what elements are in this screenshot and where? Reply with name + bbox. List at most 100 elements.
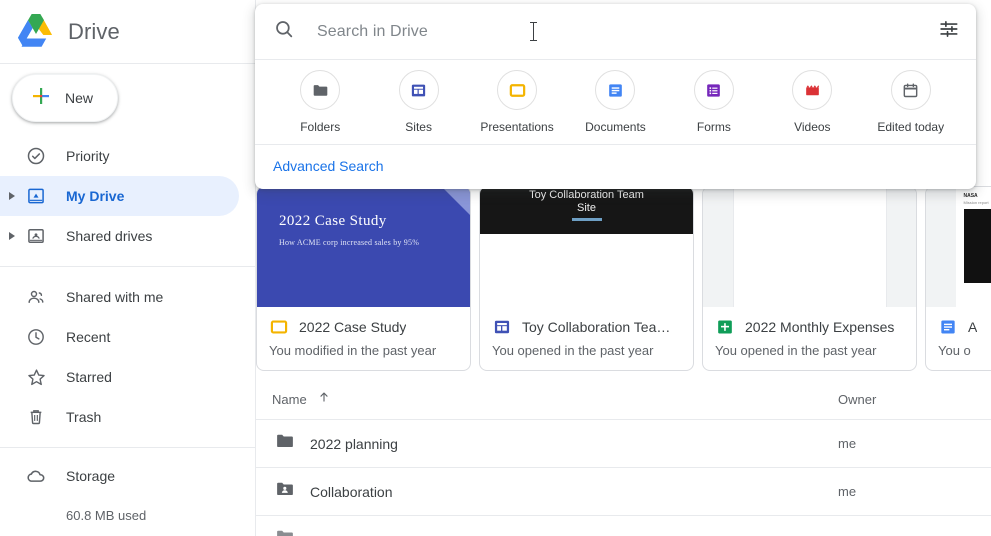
card-title: 2022 Monthly Expenses [745,319,894,335]
star-icon [24,365,48,389]
sites-icon [399,70,439,110]
search-input[interactable]: Search in Drive [317,23,938,41]
sheets-thumbnail [703,187,916,307]
search-options-icon[interactable] [938,18,960,45]
card-thumbnail: NASA Mission report [926,187,991,307]
suggested-card[interactable]: NASA Mission report A You o [925,186,991,371]
suggested-card[interactable]: 2022 Monthly Expenses You opened in the … [702,186,917,371]
storage-used-text: 60.8 MB used [0,508,255,523]
sidebar-divider-1 [0,266,255,267]
sidebar-item-label: Priority [66,148,110,164]
text-cursor-icon [533,22,534,41]
brand-title: Drive [68,19,120,45]
filter-chip-folders[interactable]: Folders [277,70,363,134]
docs-icon [595,70,635,110]
table-row[interactable]: Collaboration me [256,468,991,516]
shared-drives-icon [24,224,48,248]
cloud-icon [24,464,48,488]
filter-chip-videos[interactable]: Videos [769,70,855,134]
column-header-name[interactable]: Name [256,390,838,409]
new-button-wrap: New [0,64,255,134]
filter-chip-sites[interactable]: Sites [376,70,462,134]
suggested-cards-row: 2022 Case Study How ACME corp increased … [256,186,991,371]
sidebar-item-shared-with-me[interactable]: Shared with me [0,277,239,317]
sidebar-item-priority[interactable]: Priority [0,136,239,176]
card-thumbnail [703,187,916,307]
chip-label: Folders [300,120,340,134]
chip-label: Presentations [480,120,553,134]
thumb-subtitle: How ACME corp increased sales by 95% [279,238,470,247]
filter-chip-edited-today[interactable]: Edited today [868,70,954,134]
suggested-card[interactable]: 2022 Case Study How ACME corp increased … [256,186,471,371]
chip-label: Documents [585,120,646,134]
clock-icon [24,325,48,349]
filter-chip-presentations[interactable]: Presentations [474,70,560,134]
folder-icon [300,70,340,110]
sidebar-item-trash[interactable]: Trash [0,397,239,437]
drive-logo-icon [16,14,56,50]
corner-fold [442,187,470,215]
check-circle-icon [24,144,48,168]
drive-app: Drive New [0,0,991,536]
column-header-owner[interactable]: Owner [838,392,876,407]
trash-icon [24,405,48,429]
sidebar-item-label: Storage [66,468,115,484]
row-owner-text: me [838,484,856,499]
forms-icon [694,70,734,110]
card-meta: Toy Collaboration Team ... You opened in… [480,307,693,370]
search-dropdown-panel: Search in Drive Folders Sites [255,4,976,189]
sidebar-item-shared-drives[interactable]: Shared drives [0,216,239,256]
file-list-header: Name Owner [256,380,991,420]
slides-icon [269,317,289,337]
new-button[interactable]: New [12,74,118,122]
sidebar-item-label: Recent [66,329,110,345]
sidebar-divider-2 [0,447,255,448]
advanced-search-row: Advanced Search [255,145,976,187]
sidebar-item-label: Trash [66,409,101,425]
search-bar[interactable]: Search in Drive [255,4,976,60]
thumb-accent-bar [572,218,602,221]
site-thumbnail: Toy Collaboration Team Site [480,187,693,307]
sidebar-item-my-drive[interactable]: My Drive [0,176,239,216]
suggested-card[interactable]: Toy Collaboration Team Site Toy Collabor… [479,186,694,371]
sidebar-item-storage[interactable]: Storage [0,456,239,496]
row-name-text: 2022 planning [310,436,398,452]
card-title: Toy Collaboration Team ... [522,319,681,335]
column-label-name: Name [272,392,307,407]
people-icon [24,285,48,309]
thumb-line2: Site [577,202,596,214]
sidebar-item-recent[interactable]: Recent [0,317,239,357]
table-row[interactable]: 2022 planning me [256,420,991,468]
table-row-partial[interactable] [256,516,991,536]
card-title: A [968,319,977,335]
new-button-label: New [65,90,93,106]
arrow-up-icon[interactable] [317,390,331,409]
brand-header[interactable]: Drive [0,0,255,64]
sidebar-item-label: Shared with me [66,289,163,305]
chevron-right-icon[interactable] [0,191,24,201]
folder-icon [274,430,296,457]
card-meta: 2022 Case Study You modified in the past… [257,307,470,370]
row-name-text: Collaboration [310,484,393,500]
sheets-icon [715,317,735,337]
filter-chip-forms[interactable]: Forms [671,70,757,134]
sidebar: Drive New [0,0,256,536]
thumb-line1: Toy Collaboration Team [529,189,644,201]
calendar-icon [891,70,931,110]
chevron-right-icon[interactable] [0,231,24,241]
advanced-search-link[interactable]: Advanced Search [273,158,384,174]
search-icon[interactable] [273,18,295,45]
sidebar-item-starred[interactable]: Starred [0,357,239,397]
sidebar-item-label: Shared drives [66,228,152,244]
video-icon [792,70,832,110]
chip-label: Edited today [877,120,944,134]
chip-label: Sites [405,120,432,134]
filter-chip-documents[interactable]: Documents [572,70,658,134]
card-subtitle: You opened in the past year [492,343,681,358]
my-drive-icon [24,184,48,208]
sidebar-item-label: Starred [66,369,112,385]
docs-thumbnail: NASA Mission report [926,187,991,307]
sidebar-item-label: My Drive [66,188,124,204]
shared-folder-icon [274,478,296,505]
card-thumbnail: Toy Collaboration Team Site [480,187,693,307]
